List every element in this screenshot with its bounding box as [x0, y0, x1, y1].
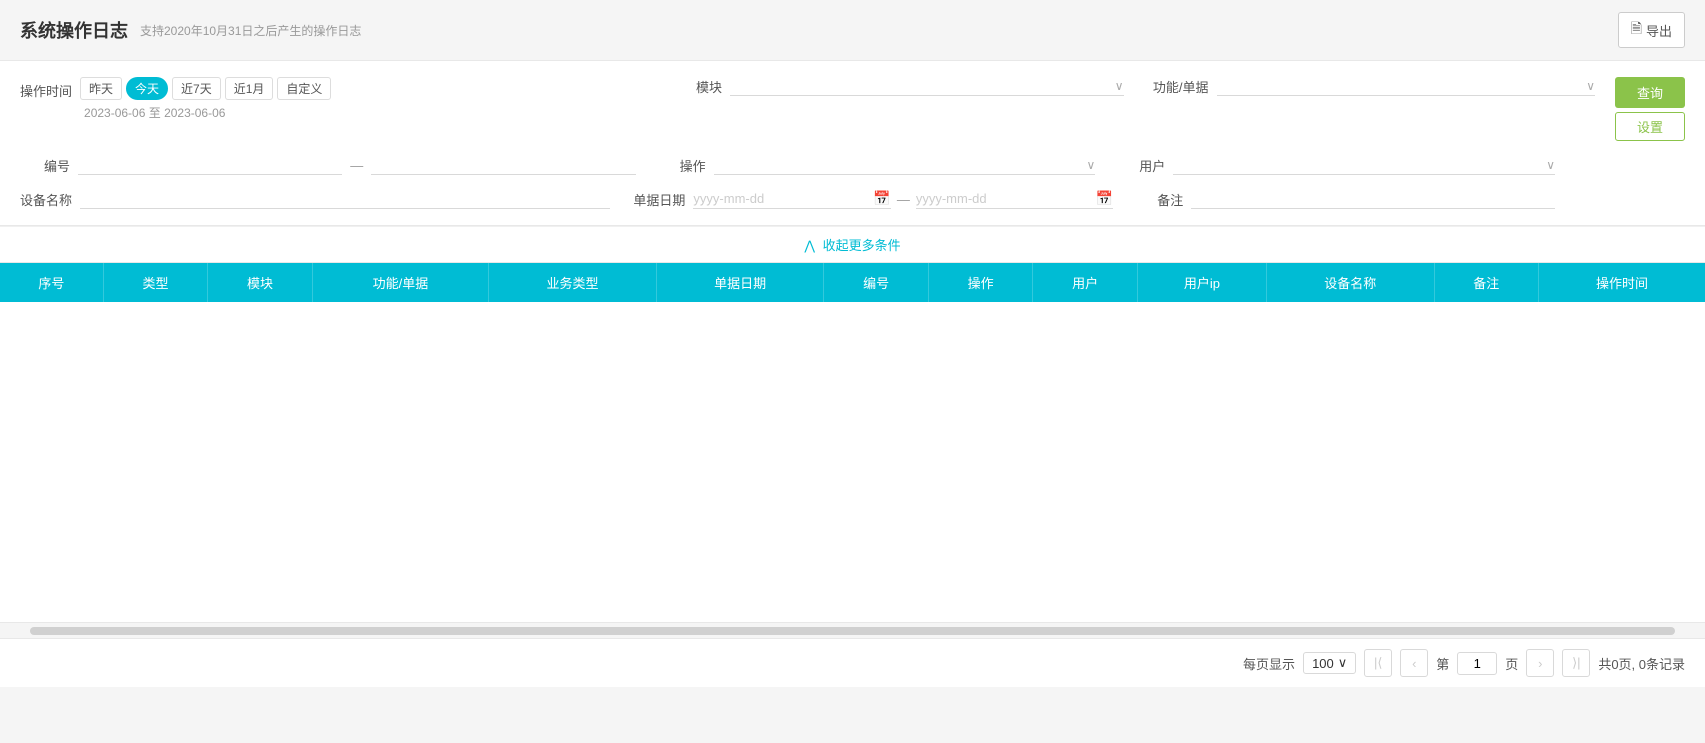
time-btn-1month[interactable]: 近1月	[225, 77, 274, 100]
date-start-input[interactable]	[693, 189, 869, 208]
header-left: 系统操作日志 支持2020年10月31日之后产生的操作日志	[20, 17, 361, 43]
remark-label: 备注	[1133, 190, 1183, 209]
date-end-input[interactable]	[916, 189, 1092, 208]
page-number-input[interactable]	[1457, 652, 1497, 675]
horizontal-scrollbar[interactable]	[0, 622, 1705, 638]
calendar-start-icon[interactable]: 📅	[873, 190, 890, 207]
time-buttons: 昨天 今天 近7天 近1月 自定义	[80, 77, 331, 100]
table-wrap: 序号 类型 模块 功能/单据 业务类型 单据日期 编号 操作 用户 用户ip 设…	[0, 263, 1705, 302]
page-title: 系统操作日志	[20, 17, 128, 43]
function-select[interactable]: ∨	[1217, 77, 1595, 96]
prev-page-button[interactable]: ‹	[1400, 649, 1428, 677]
page-size-value: 100	[1312, 656, 1334, 671]
col-operation: 操作	[928, 263, 1032, 302]
col-op-time: 操作时间	[1539, 263, 1705, 302]
operation-select[interactable]: ∨	[714, 156, 1096, 175]
time-btn-7days[interactable]: 近7天	[172, 77, 221, 100]
page-size-select[interactable]: 100 ∨	[1303, 652, 1356, 674]
collapse-label: 收起更多条件	[823, 238, 901, 253]
function-label: 功能/单据	[1144, 77, 1209, 96]
voucher-date-label: 单据日期	[630, 190, 685, 209]
scrollbar-thumb[interactable]	[30, 627, 1675, 635]
time-btn-yesterday[interactable]: 昨天	[80, 77, 122, 100]
col-user: 用户	[1033, 263, 1137, 302]
date-dash: —	[897, 192, 910, 207]
col-user-ip: 用户ip	[1137, 263, 1266, 302]
pagination: 每页显示 100 ∨ |⟨ ‹ 第 页 › ⟩| 共0页, 0条记录	[0, 638, 1705, 687]
module-label: 模块	[672, 77, 722, 96]
page-subtitle: 支持2020年10月31日之后产生的操作日志	[140, 22, 361, 39]
collapse-bar[interactable]: ⋀ 收起更多条件	[0, 226, 1705, 263]
operation-label: 操作	[656, 156, 706, 175]
col-number: 编号	[824, 263, 928, 302]
date-start-wrap: 📅	[693, 189, 890, 209]
module-select[interactable]: ∨	[730, 77, 1123, 96]
page-size-arrow: ∨	[1338, 655, 1348, 671]
table-header-row: 序号 类型 模块 功能/单据 业务类型 单据日期 编号 操作 用户 用户ip 设…	[0, 263, 1705, 302]
user-dropdown-icon: ∨	[1546, 158, 1555, 172]
col-seq: 序号	[0, 263, 103, 302]
col-voucher-date: 单据日期	[656, 263, 824, 302]
remark-input[interactable]	[1191, 189, 1555, 209]
col-remark: 备注	[1434, 263, 1538, 302]
collapse-icon: ⋀	[804, 238, 815, 253]
time-btn-custom[interactable]: 自定义	[277, 77, 331, 100]
time-btn-today[interactable]: 今天	[126, 77, 168, 100]
query-button[interactable]: 查询	[1615, 77, 1685, 108]
col-module: 模块	[208, 263, 312, 302]
per-page-label: 每页显示	[1243, 654, 1295, 673]
number-label: 编号	[20, 156, 70, 175]
user-label: 用户	[1115, 156, 1165, 175]
data-table: 序号 类型 模块 功能/单据 业务类型 单据日期 编号 操作 用户 用户ip 设…	[0, 263, 1705, 302]
total-info: 共0页, 0条记录	[1598, 654, 1685, 673]
export-label: 导出	[1646, 21, 1672, 40]
col-function: 功能/单据	[312, 263, 488, 302]
export-button[interactable]: 🗎 导出	[1618, 12, 1685, 48]
device-label: 设备名称	[20, 190, 72, 209]
device-input[interactable]	[80, 189, 610, 209]
function-dropdown-icon: ∨	[1586, 79, 1595, 93]
next-page-button[interactable]: ›	[1526, 649, 1554, 677]
time-label: 操作时间	[20, 81, 72, 100]
number-input-end[interactable]	[371, 155, 635, 175]
empty-data-area	[0, 302, 1705, 622]
page-unit: 页	[1505, 654, 1518, 673]
action-buttons: 查询 设置	[1615, 77, 1685, 141]
export-icon: 🗎	[1631, 18, 1642, 42]
number-input-start[interactable]	[78, 155, 342, 175]
col-type: 类型	[103, 263, 207, 302]
calendar-end-icon[interactable]: 📅	[1096, 190, 1113, 207]
last-page-button[interactable]: ⟩|	[1562, 649, 1590, 677]
first-page-button[interactable]: |⟨	[1364, 649, 1392, 677]
number-dash: —	[350, 158, 363, 173]
col-device: 设备名称	[1266, 263, 1434, 302]
settings-button[interactable]: 设置	[1615, 112, 1685, 141]
time-range-display: 2023-06-06 至 2023-06-06	[84, 104, 331, 121]
col-business-type: 业务类型	[489, 263, 657, 302]
user-select[interactable]: ∨	[1173, 156, 1555, 175]
date-end-wrap: 📅	[916, 189, 1113, 209]
table-header: 序号 类型 模块 功能/单据 业务类型 单据日期 编号 操作 用户 用户ip 设…	[0, 263, 1705, 302]
page-header: 系统操作日志 支持2020年10月31日之后产生的操作日志 🗎 导出	[0, 0, 1705, 61]
page-text: 第	[1436, 654, 1449, 673]
filter-area: 操作时间 昨天 今天 近7天 近1月 自定义 2023-06-06 至 2023…	[0, 61, 1705, 226]
module-dropdown-icon: ∨	[1115, 79, 1124, 93]
operation-dropdown-icon: ∨	[1087, 158, 1096, 172]
